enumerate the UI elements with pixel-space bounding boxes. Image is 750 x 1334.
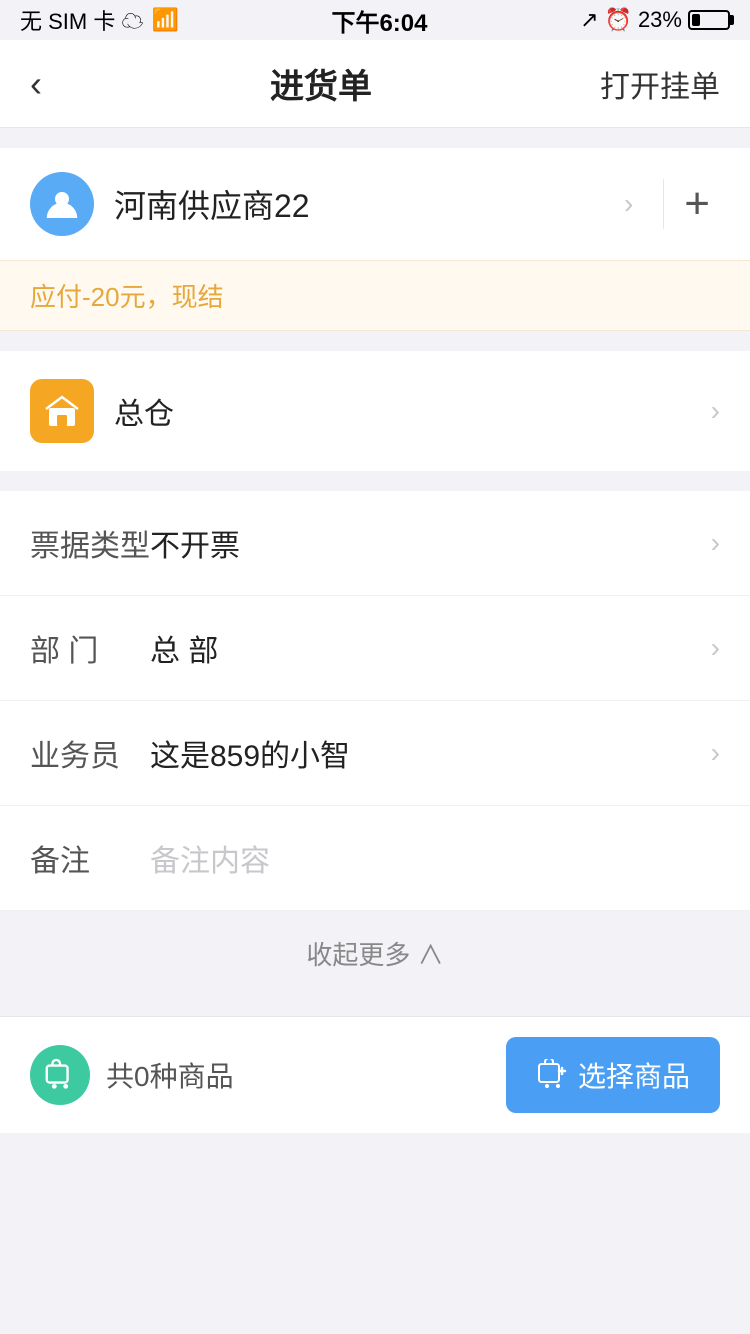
supplier-chevron-icon: › <box>624 188 633 220</box>
warehouse-section: 总仓 › <box>0 351 750 471</box>
sim-label: 无 SIM 卡 ☁ <box>20 4 143 36</box>
warehouse-icon <box>44 393 80 429</box>
alarm-icon: ⏰ <box>605 7 632 33</box>
invoice-type-value: 不开票 <box>150 521 711 565</box>
status-right: ↗ ⏰ 23% <box>580 7 730 33</box>
department-value: 总 部 <box>150 626 711 670</box>
department-chevron-icon: › <box>711 632 720 664</box>
select-product-label: 选择商品 <box>578 1055 690 1095</box>
invoice-type-chevron-icon: › <box>711 527 720 559</box>
notice-bar: 应付-20元，现结 <box>0 260 750 331</box>
salesperson-row[interactable]: 业务员 这是859的小智 › <box>0 701 750 806</box>
page-title: 进货单 <box>270 59 372 108</box>
product-count-text: 共0种商品 <box>106 1055 506 1095</box>
form-section: 票据类型 不开票 › 部 门 总 部 › 业务员 这是859的小智 › 备注 备… <box>0 491 750 911</box>
section-gap-3 <box>0 471 750 491</box>
section-gap-4 <box>0 996 750 1016</box>
department-row[interactable]: 部 门 总 部 › <box>0 596 750 701</box>
back-button[interactable]: ‹ <box>30 63 42 105</box>
supplier-row[interactable]: 河南供应商22 › + <box>0 148 750 260</box>
select-product-button[interactable]: 选择商品 <box>506 1037 720 1113</box>
battery-percent: 23% <box>638 7 682 33</box>
salesperson-chevron-icon: › <box>711 737 720 769</box>
salesperson-label: 业务员 <box>30 731 150 775</box>
wifi-icon: 📶 <box>151 7 178 33</box>
department-label: 部 门 <box>30 626 150 670</box>
bottom-bar: 共0种商品 选择商品 <box>0 1016 750 1133</box>
person-icon <box>44 186 80 222</box>
add-button[interactable]: + <box>674 179 720 229</box>
location-icon: ↗ <box>580 7 598 33</box>
supplier-avatar <box>30 172 94 236</box>
collapse-toggle[interactable]: 收起更多 ∧ <box>0 911 750 996</box>
warehouse-name: 总仓 <box>114 389 711 433</box>
vertical-divider <box>663 179 664 229</box>
battery-icon <box>688 10 730 30</box>
nav-bar: ‹ 进货单 打开挂单 <box>0 40 750 128</box>
collapse-label: 收起更多 ∧ <box>306 935 443 972</box>
section-gap-1 <box>0 128 750 148</box>
status-left: 无 SIM 卡 ☁ 📶 <box>20 4 179 36</box>
product-icon-wrap <box>30 1045 90 1105</box>
remark-label: 备注 <box>30 836 150 880</box>
cart-icon <box>43 1058 77 1092</box>
select-product-icon <box>536 1059 568 1091</box>
invoice-type-label: 票据类型 <box>30 521 150 565</box>
status-time: 下午6:04 <box>331 3 427 38</box>
salesperson-value: 这是859的小智 <box>150 731 711 775</box>
warehouse-chevron-icon: › <box>711 395 720 427</box>
warehouse-icon-wrap <box>30 379 94 443</box>
remark-row[interactable]: 备注 备注内容 <box>0 806 750 911</box>
status-bar: 无 SIM 卡 ☁ 📶 下午6:04 ↗ ⏰ 23% <box>0 0 750 40</box>
remark-value[interactable]: 备注内容 <box>150 836 720 880</box>
section-gap-2 <box>0 331 750 351</box>
supplier-section: 河南供应商22 › + 应付-20元，现结 <box>0 148 750 331</box>
invoice-type-row[interactable]: 票据类型 不开票 › <box>0 491 750 596</box>
supplier-name: 河南供应商22 <box>114 181 624 227</box>
open-pending-button[interactable]: 打开挂单 <box>600 62 720 106</box>
warehouse-row[interactable]: 总仓 › <box>0 351 750 471</box>
